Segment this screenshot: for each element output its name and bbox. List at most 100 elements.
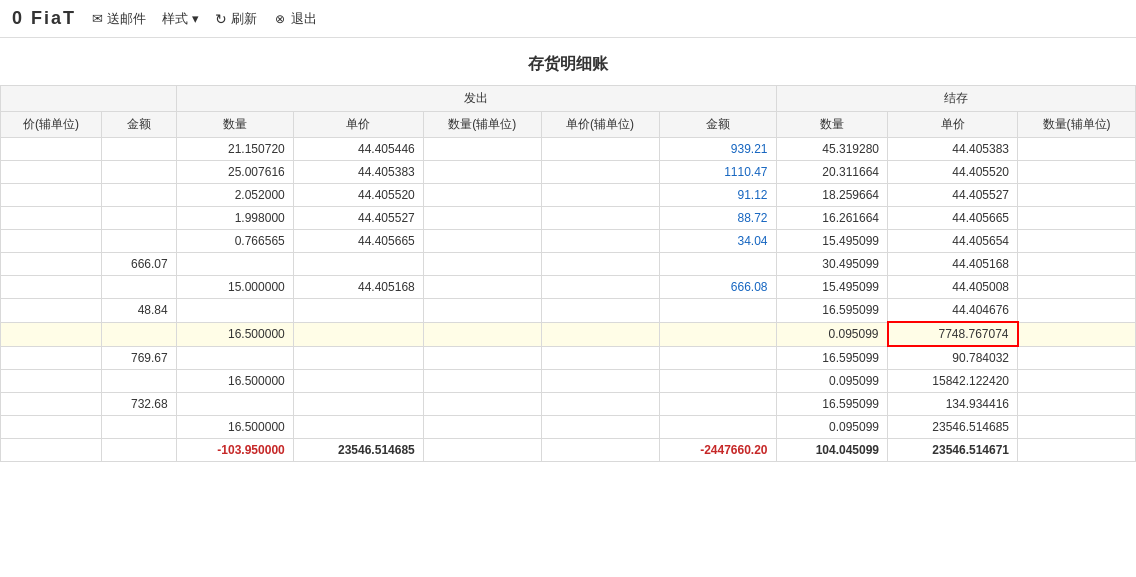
table-row: 16.261664 <box>776 207 888 230</box>
table-row <box>423 276 541 299</box>
table-row: 732.68 <box>102 393 176 416</box>
table-row <box>176 253 293 276</box>
table-row <box>423 322 541 346</box>
table-row <box>1 253 102 276</box>
table-row <box>541 299 659 323</box>
table-row <box>1018 253 1136 276</box>
th-unit-price-aux: 单价(辅单位) <box>541 112 659 138</box>
table-row <box>293 346 423 370</box>
table-row: 25.007616 <box>176 161 293 184</box>
table-row <box>541 322 659 346</box>
table-row <box>541 161 659 184</box>
table-row <box>659 416 776 439</box>
table-row <box>1 299 102 323</box>
table-row: 16.595099 <box>776 299 888 323</box>
table-row <box>1018 207 1136 230</box>
table-row <box>1 207 102 230</box>
table-row <box>1018 416 1136 439</box>
table-row: 666.07 <box>102 253 176 276</box>
table-row <box>423 370 541 393</box>
table-row <box>293 416 423 439</box>
table-row: 44.405527 <box>293 207 423 230</box>
table-row: 44.405654 <box>888 230 1018 253</box>
chevron-down-icon: ▾ <box>192 11 199 26</box>
table-row: 48.84 <box>102 299 176 323</box>
table-row: 23546.514685 <box>293 439 423 462</box>
table-row <box>659 393 776 416</box>
table-row <box>1018 370 1136 393</box>
table-row <box>541 207 659 230</box>
table-row: 44.405168 <box>293 276 423 299</box>
table-row: 134.934416 <box>888 393 1018 416</box>
table-row <box>176 393 293 416</box>
table-row <box>423 346 541 370</box>
fiat-label: 0 FiaT <box>12 8 76 29</box>
send-mail-button[interactable]: ✉ 送邮件 <box>92 10 146 28</box>
table-row <box>423 299 541 323</box>
table-row <box>423 416 541 439</box>
table-row: 88.72 <box>659 207 776 230</box>
table-row <box>293 299 423 323</box>
table-row <box>659 370 776 393</box>
table-row <box>1 161 102 184</box>
table-row: 44.405520 <box>293 184 423 207</box>
table-row: 769.67 <box>102 346 176 370</box>
table-row: 44.405665 <box>888 207 1018 230</box>
th-price-aux: 价(辅单位) <box>1 112 102 138</box>
table-row <box>1 416 102 439</box>
table-row <box>659 299 776 323</box>
table-row <box>1018 230 1136 253</box>
table-row: 15.000000 <box>176 276 293 299</box>
refresh-icon: ↻ <box>215 11 227 27</box>
table-row <box>1018 184 1136 207</box>
table-row: 15.495099 <box>776 230 888 253</box>
table-row <box>1 276 102 299</box>
th-balance-qty-aux: 数量(辅单位) <box>1018 112 1136 138</box>
table-row: 104.045099 <box>776 439 888 462</box>
table-row <box>541 138 659 161</box>
table-row: 0.095099 <box>776 416 888 439</box>
table-row: 44.405520 <box>888 161 1018 184</box>
toolbar: 0 FiaT ✉ 送邮件 样式 ▾ ↻ 刷新 ⊗ 退出 <box>0 0 1136 38</box>
mail-icon: ✉ <box>92 11 103 26</box>
table-row <box>102 370 176 393</box>
table-row <box>423 184 541 207</box>
table-row <box>102 184 176 207</box>
table-row: 44.405383 <box>888 138 1018 161</box>
refresh-button[interactable]: ↻ 刷新 <box>215 10 257 28</box>
table-row <box>293 322 423 346</box>
table-row <box>423 207 541 230</box>
table-row <box>659 253 776 276</box>
table-row <box>1 439 102 462</box>
table-row: 44.405168 <box>888 253 1018 276</box>
th-unit-price: 单价 <box>293 112 423 138</box>
table-row <box>1018 393 1136 416</box>
table-row <box>659 346 776 370</box>
table-row <box>541 393 659 416</box>
table-row: 44.405008 <box>888 276 1018 299</box>
table-row <box>541 253 659 276</box>
table-row: -2447660.20 <box>659 439 776 462</box>
table-row: 15842.122420 <box>888 370 1018 393</box>
table-row <box>1 138 102 161</box>
exit-button[interactable]: ⊗ 退出 <box>273 10 317 28</box>
page-title: 存货明细账 <box>0 38 1136 85</box>
table-row <box>541 230 659 253</box>
table-row: 939.21 <box>659 138 776 161</box>
table-row <box>541 184 659 207</box>
table-row: 16.500000 <box>176 370 293 393</box>
table-row <box>1 230 102 253</box>
table-row <box>423 439 541 462</box>
table-row <box>541 276 659 299</box>
table-row <box>293 393 423 416</box>
table-row: 1.998000 <box>176 207 293 230</box>
style-button[interactable]: 样式 ▾ <box>162 10 199 28</box>
table-row: 44.405665 <box>293 230 423 253</box>
col-group-jiecun: 结存 <box>776 86 1135 112</box>
table-row <box>423 393 541 416</box>
th-amount: 金额 <box>102 112 176 138</box>
table-row <box>541 416 659 439</box>
table-row <box>1 322 102 346</box>
table-row: 2.052000 <box>176 184 293 207</box>
exit-icon: ⊗ <box>273 12 287 26</box>
